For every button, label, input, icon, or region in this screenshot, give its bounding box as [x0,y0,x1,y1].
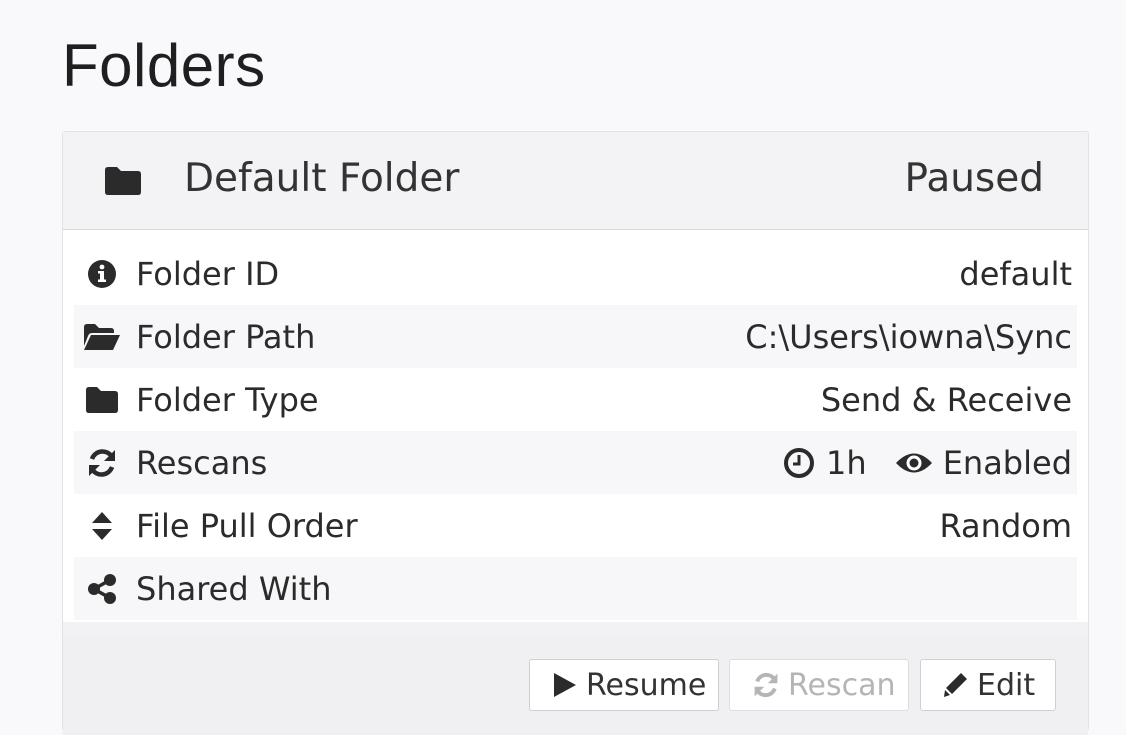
folder-id-row: Folder ID default [74,242,1077,305]
folder-icon [103,166,143,196]
rescans-label: Rescans [136,443,268,482]
folder-open-icon [82,317,122,357]
rescans-value: 1h Enabled [782,444,1077,482]
file-pull-order-value: Random [939,506,1072,545]
edit-button[interactable]: Edit [920,659,1056,711]
file-pull-order-label: File Pull Order [136,506,358,545]
folder-panel-footer: Resume Rescan Edit [63,635,1088,735]
folder-type-row: Folder Type Send & Receive [74,368,1077,431]
clock-icon [782,446,816,480]
folder-type-label: Folder Type [136,380,319,419]
folder-path-row: Folder Path C:\Users\iowna\Sync [74,305,1077,368]
resume-button-label: Resume [586,667,707,703]
sort-icon [82,506,122,546]
folder-details: Folder ID default Folder Path C:\Users\i… [63,230,1088,622]
rescan-button[interactable]: Rescan [729,659,909,711]
edit-button-label: Edit [977,667,1036,703]
eye-icon [895,446,933,480]
play-icon [554,673,576,697]
file-pull-order-row: File Pull Order Random [74,494,1077,557]
shared-with-row: Shared With [74,557,1077,620]
info-circle-icon [82,254,122,294]
folder-name: Default Folder [184,156,460,201]
rescan-interval: 1h [826,443,867,482]
folder-panel: Default Folder Paused Folder ID default [62,131,1089,735]
folder-type-value: Send & Receive [820,380,1072,419]
watcher-status: Enabled [942,443,1072,482]
page-title: Folders [62,32,266,99]
rescans-row: Rescans 1h Enabled [74,431,1077,494]
folder-id-label: Folder ID [136,254,280,293]
folder-status: Paused [904,156,1044,201]
shared-with-label: Shared With [136,569,332,608]
folder-path-value: C:\Users\iowna\Sync [745,317,1072,356]
refresh-icon [82,443,122,483]
folder-panel-heading[interactable]: Default Folder Paused [63,132,1088,230]
share-icon [82,569,122,609]
folder-path-label: Folder Path [136,317,316,356]
refresh-icon [754,672,778,698]
folder-id-value: default [959,254,1072,293]
resume-button[interactable]: Resume [529,659,719,711]
pencil-icon [944,673,967,697]
rescan-button-label: Rescan [788,667,896,703]
folder-icon [82,380,122,420]
